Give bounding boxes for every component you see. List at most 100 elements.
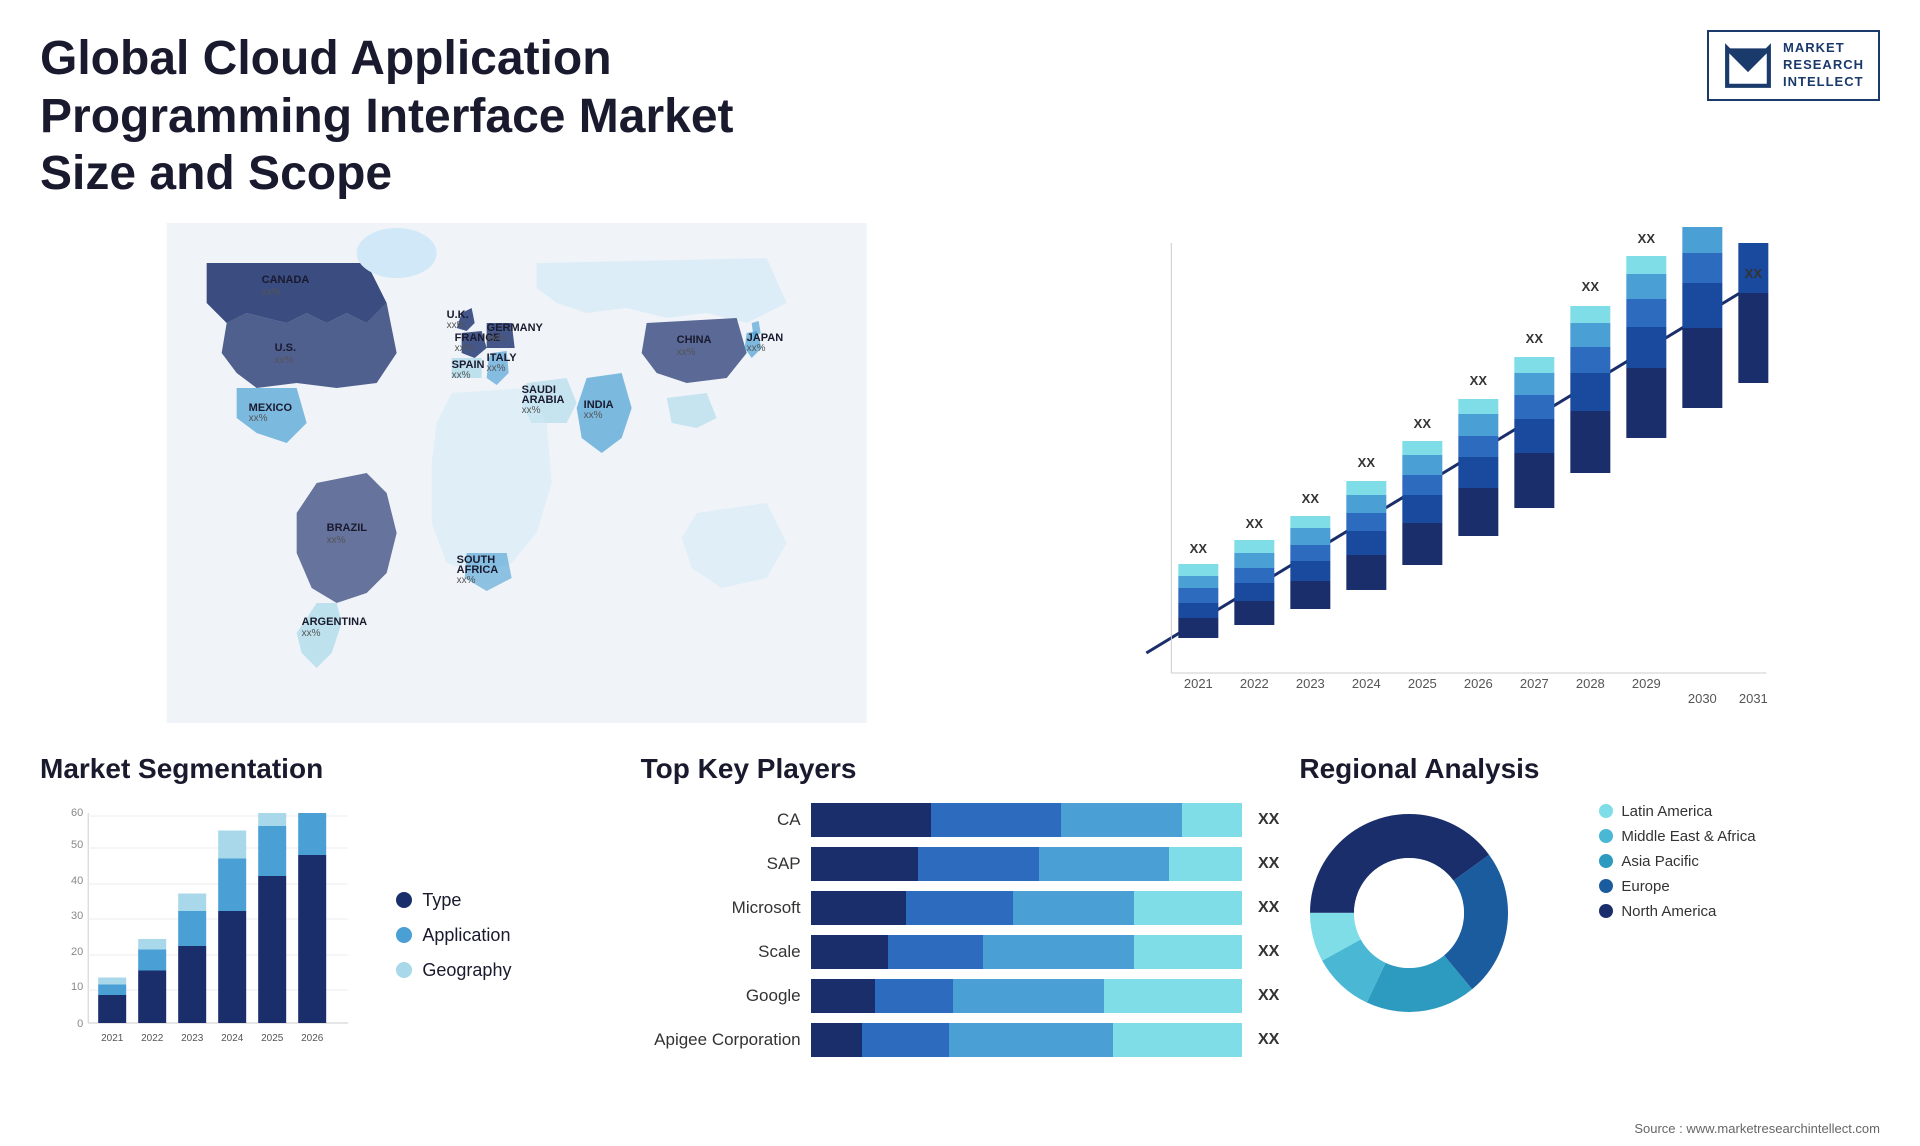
reg-label-mea: Middle East & Africa (1621, 828, 1755, 845)
page-container: Global Cloud Application Programming Int… (0, 0, 1920, 1146)
player-xx-google: XX (1258, 987, 1279, 1005)
player-xx-microsoft: XX (1258, 899, 1279, 917)
player-bar-scale (811, 935, 1242, 969)
svg-text:2023: 2023 (1296, 676, 1325, 691)
reg-dot-latin (1599, 804, 1613, 818)
svg-text:2023: 2023 (181, 1033, 204, 1044)
regional-title: Regional Analysis (1299, 753, 1880, 785)
svg-text:xx%: xx% (487, 363, 506, 374)
svg-text:0: 0 (77, 1018, 83, 1030)
svg-text:xx%: xx% (457, 575, 476, 586)
player-name-apigee: Apigee Corporation (641, 1030, 801, 1050)
svg-text:2029: 2029 (1632, 676, 1661, 691)
svg-text:60: 60 (71, 807, 83, 819)
svg-text:BRAZIL: BRAZIL (327, 522, 368, 534)
svg-text:xx%: xx% (327, 535, 346, 546)
svg-text:2024: 2024 (221, 1033, 244, 1044)
top-section: CANADA xx% U.S. xx% MEXICO xx% BRAZIL xx… (40, 223, 1880, 723)
svg-text:xx%: xx% (747, 343, 766, 354)
reg-label-asia: Asia Pacific (1621, 853, 1699, 870)
map-container: CANADA xx% U.S. xx% MEXICO xx% BRAZIL xx… (40, 223, 993, 723)
player-bar-sap (811, 847, 1242, 881)
players-chart: CA XX SAP (641, 803, 1280, 1057)
player-xx-sap: XX (1258, 855, 1279, 873)
segmentation-title: Market Segmentation (40, 753, 621, 785)
player-bar-google (811, 979, 1242, 1013)
seg-chart-svg: 0 10 20 30 40 50 60 (40, 803, 376, 1063)
svg-text:CANADA: CANADA (262, 274, 310, 286)
svg-text:20: 20 (71, 946, 83, 958)
regional-chart: Latin America Middle East & Africa Asia … (1299, 803, 1880, 1075)
svg-text:10: 10 (71, 981, 83, 993)
svg-text:2030: 2030 (1688, 691, 1717, 706)
logo-icon (1723, 40, 1773, 90)
svg-text:ARGENTINA: ARGENTINA (302, 616, 367, 628)
reg-label-na: North America (1621, 903, 1716, 920)
player-xx-ca: XX (1258, 811, 1279, 829)
reg-label-europe: Europe (1621, 878, 1669, 895)
page-title: Global Cloud Application Programming Int… (40, 30, 840, 203)
key-players-title: Top Key Players (641, 753, 1280, 785)
donut-chart (1299, 803, 1559, 1063)
regional-legend: Latin America Middle East & Africa Asia … (1599, 803, 1755, 920)
reg-dot-europe (1599, 879, 1613, 893)
player-row-google: Google XX (641, 979, 1280, 1013)
seg-chart-area: 0 10 20 30 40 50 60 (40, 803, 621, 1068)
svg-text:2028: 2028 (1576, 676, 1605, 691)
reg-dot-asia (1599, 854, 1613, 868)
legend-dot-app (396, 927, 412, 943)
svg-text:30: 30 (71, 910, 83, 922)
svg-text:2025: 2025 (261, 1033, 284, 1044)
player-row-apigee: Apigee Corporation XX (641, 1023, 1280, 1057)
svg-text:CHINA: CHINA (677, 334, 712, 346)
svg-text:xx%: xx% (522, 405, 541, 416)
legend-type-label: Type (422, 890, 461, 911)
reg-legend-asia: Asia Pacific (1599, 853, 1755, 870)
svg-text:XX: XX (1470, 373, 1488, 388)
player-name-sap: SAP (641, 854, 801, 874)
source-text: Source : www.marketresearchintellect.com (1634, 1121, 1880, 1136)
svg-text:xx%: xx% (302, 628, 321, 639)
reg-legend-na: North America (1599, 903, 1755, 920)
world-map-svg: CANADA xx% U.S. xx% MEXICO xx% BRAZIL xx… (40, 223, 993, 723)
player-name-ca: CA (641, 810, 801, 830)
svg-text:xx%: xx% (447, 320, 466, 331)
player-row-ca: CA XX (641, 803, 1280, 837)
regional-bottom: Latin America Middle East & Africa Asia … (1299, 803, 1880, 1075)
player-name-google: Google (641, 986, 801, 1006)
logo-text: MARKET RESEARCH INTELLECT (1783, 40, 1864, 91)
svg-text:XX: XX (1190, 541, 1208, 556)
player-xx-scale: XX (1258, 943, 1279, 961)
svg-text:xx%: xx% (584, 410, 603, 421)
player-bar-apigee (811, 1023, 1242, 1057)
bar-chart-container: XX 2021 XX 2022 XX 2023 (1013, 223, 1880, 723)
reg-legend-mea: Middle East & Africa (1599, 828, 1755, 845)
svg-text:50: 50 (71, 839, 83, 851)
player-bar-ca (811, 803, 1242, 837)
bar-chart-svg: XX 2021 XX 2022 XX 2023 (1013, 223, 1880, 723)
legend-geo: Geography (396, 960, 620, 981)
svg-text:xx%: xx% (455, 343, 474, 354)
svg-text:2022: 2022 (141, 1033, 164, 1044)
legend-type: Type (396, 890, 620, 911)
svg-text:2024: 2024 (1352, 676, 1381, 691)
player-name-scale: Scale (641, 942, 801, 962)
svg-text:2025: 2025 (1408, 676, 1437, 691)
svg-text:XX: XX (1414, 416, 1432, 431)
svg-text:xx%: xx% (487, 333, 506, 344)
reg-legend-europe: Europe (1599, 878, 1755, 895)
bottom-section: Market Segmentation 0 10 20 30 40 50 (40, 753, 1880, 1075)
svg-text:XX: XX (1582, 279, 1600, 294)
reg-legend-latin: Latin America (1599, 803, 1755, 820)
legend-geo-label: Geography (422, 960, 511, 981)
player-bar-microsoft (811, 891, 1242, 925)
player-row-scale: Scale XX (641, 935, 1280, 969)
header: Global Cloud Application Programming Int… (40, 30, 1880, 203)
legend-app-label: Application (422, 925, 510, 946)
svg-text:2026: 2026 (301, 1033, 324, 1044)
svg-text:40: 40 (71, 875, 83, 887)
regional-section: Regional Analysis (1299, 753, 1880, 1075)
player-xx-apigee: XX (1258, 1031, 1279, 1049)
svg-text:XX: XX (1638, 231, 1656, 246)
svg-text:2022: 2022 (1240, 676, 1269, 691)
